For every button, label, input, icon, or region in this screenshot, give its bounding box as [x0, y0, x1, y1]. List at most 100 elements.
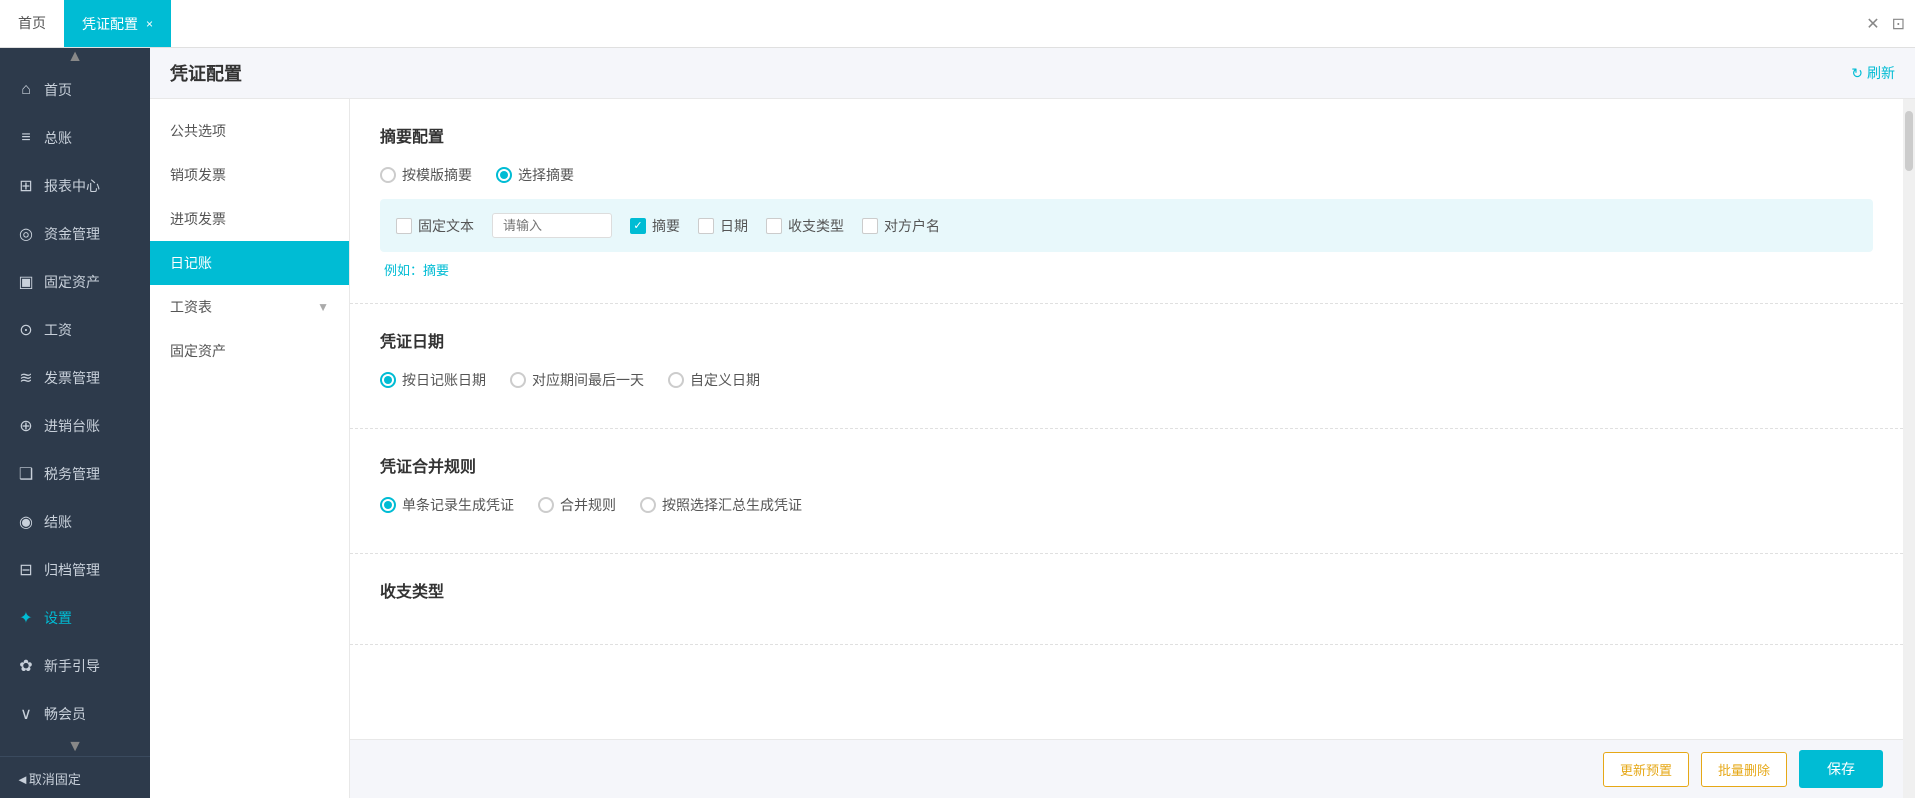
merge-title: 凭证合并规则 [380, 453, 1873, 477]
top-bar: 首页 凭证配置 × ✕ ⊡ [0, 0, 1915, 48]
stock-icon: ⊕ [16, 416, 36, 436]
window-close-icon[interactable]: ✕ [1866, 14, 1879, 34]
sidebar-item-label: 设置 [44, 608, 72, 628]
checkbox-date[interactable]: 日期 [698, 216, 748, 236]
counterpart-label: 对方户名 [884, 216, 940, 236]
sidebar-item-assets[interactable]: ▣ 固定资产 [0, 258, 150, 306]
merge-rule-circle [538, 497, 554, 513]
sidebar-item-stock[interactable]: ⊕ 进销台账 [0, 402, 150, 450]
period-last-label: 对应期间最后一天 [532, 370, 644, 390]
content-area: 凭证配置 ↻ 刷新 公共选项 销项发票 进项发票 日记账 [150, 48, 1915, 798]
tab-home[interactable]: 首页 [0, 0, 64, 47]
settle-icon: ◉ [16, 512, 36, 532]
batch-delete-button[interactable]: 批量删除 [1701, 752, 1787, 787]
section-income-type: 收支类型 [350, 554, 1903, 645]
window-restore-icon[interactable]: ⊡ [1892, 14, 1905, 34]
fixed-text-input[interactable] [492, 213, 612, 238]
date-label: 日期 [720, 216, 748, 236]
summary-radio-group: 按模版摘要 选择摘要 [380, 165, 1873, 185]
radio-select-label: 选择摘要 [518, 165, 574, 185]
sidebar-item-reports[interactable]: ⊞ 报表中心 [0, 162, 150, 210]
settings-icon: ✦ [16, 608, 36, 628]
summary-label: 摘要 [652, 216, 680, 236]
fixed-text-box [396, 218, 412, 234]
select-merge-label: 按照选择汇总生成凭证 [662, 495, 802, 515]
refresh-label: 刷新 [1867, 63, 1895, 83]
sidebar-item-salary[interactable]: ⊙ 工资 [0, 306, 150, 354]
nav-sales[interactable]: 销项发票 [150, 153, 349, 197]
main-layout: ▲ ⌂ 首页 ≡ 总账 ⊞ 报表中心 ◎ 资金管理 ▣ 固定资产 ⊙ 工资 ≋ … [0, 48, 1915, 798]
tax-icon: ❑ [16, 464, 36, 484]
save-button[interactable]: 保存 [1799, 750, 1883, 788]
radio-journal-date[interactable]: 按日记账日期 [380, 370, 486, 390]
fixed-text-label: 固定文本 [418, 216, 474, 236]
radio-merge-rule[interactable]: 合并规则 [538, 495, 616, 515]
checkbox-fixed-text[interactable]: 固定文本 [396, 216, 474, 236]
right-scrollbar[interactable] [1903, 99, 1915, 798]
sidebar-scroll-up[interactable]: ▲ [0, 48, 150, 66]
update-preview-button[interactable]: 更新预置 [1603, 752, 1689, 787]
nav-journal[interactable]: 日记账 [150, 241, 349, 285]
journal-date-circle [380, 372, 396, 388]
sidebar-item-member[interactable]: ∨ 畅会员 [0, 690, 150, 738]
single-circle [380, 497, 396, 513]
refresh-button[interactable]: ↻ 刷新 [1851, 63, 1895, 83]
nav-public[interactable]: 公共选项 [150, 109, 349, 153]
checkbox-summary[interactable]: ✓ 摘要 [630, 216, 680, 236]
radio-select-summary[interactable]: 选择摘要 [496, 165, 574, 185]
chevron-down-icon: ▼ [317, 300, 329, 314]
nav-fixed-assets[interactable]: 固定资产 [150, 329, 349, 373]
sidebar-item-label: 资金管理 [44, 224, 100, 244]
radio-select-merge[interactable]: 按照选择汇总生成凭证 [640, 495, 802, 515]
nav-payroll[interactable]: 工资表 ▼ [150, 285, 349, 329]
section-summary: 摘要配置 按模版摘要 选择摘要 [350, 99, 1903, 304]
sidebar-item-label: 进销台账 [44, 416, 100, 436]
sidebar-item-tax[interactable]: ❑ 税务管理 [0, 450, 150, 498]
sidebar-item-archive[interactable]: ⊟ 归档管理 [0, 546, 150, 594]
income-type-title: 收支类型 [380, 578, 1873, 602]
sidebar-item-label: 报表中心 [44, 176, 100, 196]
nav-purchase[interactable]: 进项发票 [150, 197, 349, 241]
radio-single[interactable]: 单条记录生成凭证 [380, 495, 514, 515]
scroll-thumb[interactable] [1905, 111, 1913, 171]
sidebar-item-invoice[interactable]: ≋ 发票管理 [0, 354, 150, 402]
radio-select-circle [496, 167, 512, 183]
sidebar-item-label: 发票管理 [44, 368, 100, 388]
tab-close-icon[interactable]: × [146, 17, 153, 31]
nav-purchase-label: 进项发票 [170, 209, 226, 229]
funds-icon: ◎ [16, 224, 36, 244]
counterpart-box [862, 218, 878, 234]
assets-icon: ▣ [16, 272, 36, 292]
page-title: 凭证配置 [170, 60, 242, 86]
select-merge-circle [640, 497, 656, 513]
archive-icon: ⊟ [16, 560, 36, 580]
bottom-action-bar: 更新预置 批量删除 保存 [350, 739, 1903, 798]
cancel-fixed-button[interactable]: ◄取消固定 [0, 756, 150, 798]
refresh-icon: ↻ [1851, 65, 1863, 82]
sidebar-item-home[interactable]: ⌂ 首页 [0, 66, 150, 114]
sidebar-item-label: 畅会员 [44, 704, 86, 724]
sidebar-item-funds[interactable]: ◎ 资金管理 [0, 210, 150, 258]
summary-checkbox-row: 固定文本 ✓ 摘要 日期 收支类型 [380, 199, 1873, 252]
checkbox-counterpart[interactable]: 对方户名 [862, 216, 940, 236]
radio-period-last[interactable]: 对应期间最后一天 [510, 370, 644, 390]
income-type-label: 收支类型 [788, 216, 844, 236]
income-type-box [766, 218, 782, 234]
radio-template-label: 按模版摘要 [402, 165, 472, 185]
invoice-icon: ≋ [16, 368, 36, 388]
nav-fixed-assets-label: 固定资产 [170, 341, 226, 361]
sidebar-item-settle[interactable]: ◉ 结账 [0, 498, 150, 546]
radio-template-summary[interactable]: 按模版摘要 [380, 165, 472, 185]
sidebar-item-ledger[interactable]: ≡ 总账 [0, 114, 150, 162]
sidebar-scroll-down[interactable]: ▼ [0, 738, 150, 756]
cancel-fixed-label: ◄取消固定 [16, 769, 81, 788]
checkbox-income-type[interactable]: 收支类型 [766, 216, 844, 236]
sidebar-item-label: 新手引导 [44, 656, 100, 676]
custom-date-label: 自定义日期 [690, 370, 760, 390]
radio-custom-date[interactable]: 自定义日期 [668, 370, 760, 390]
tab-voucher-config[interactable]: 凭证配置 × [64, 0, 171, 47]
sidebar-item-guide[interactable]: ✿ 新手引导 [0, 642, 150, 690]
date-radio-group: 按日记账日期 对应期间最后一天 自定义日期 [380, 370, 1873, 390]
sidebar-item-settings[interactable]: ✦ 设置 [0, 594, 150, 642]
period-last-circle [510, 372, 526, 388]
